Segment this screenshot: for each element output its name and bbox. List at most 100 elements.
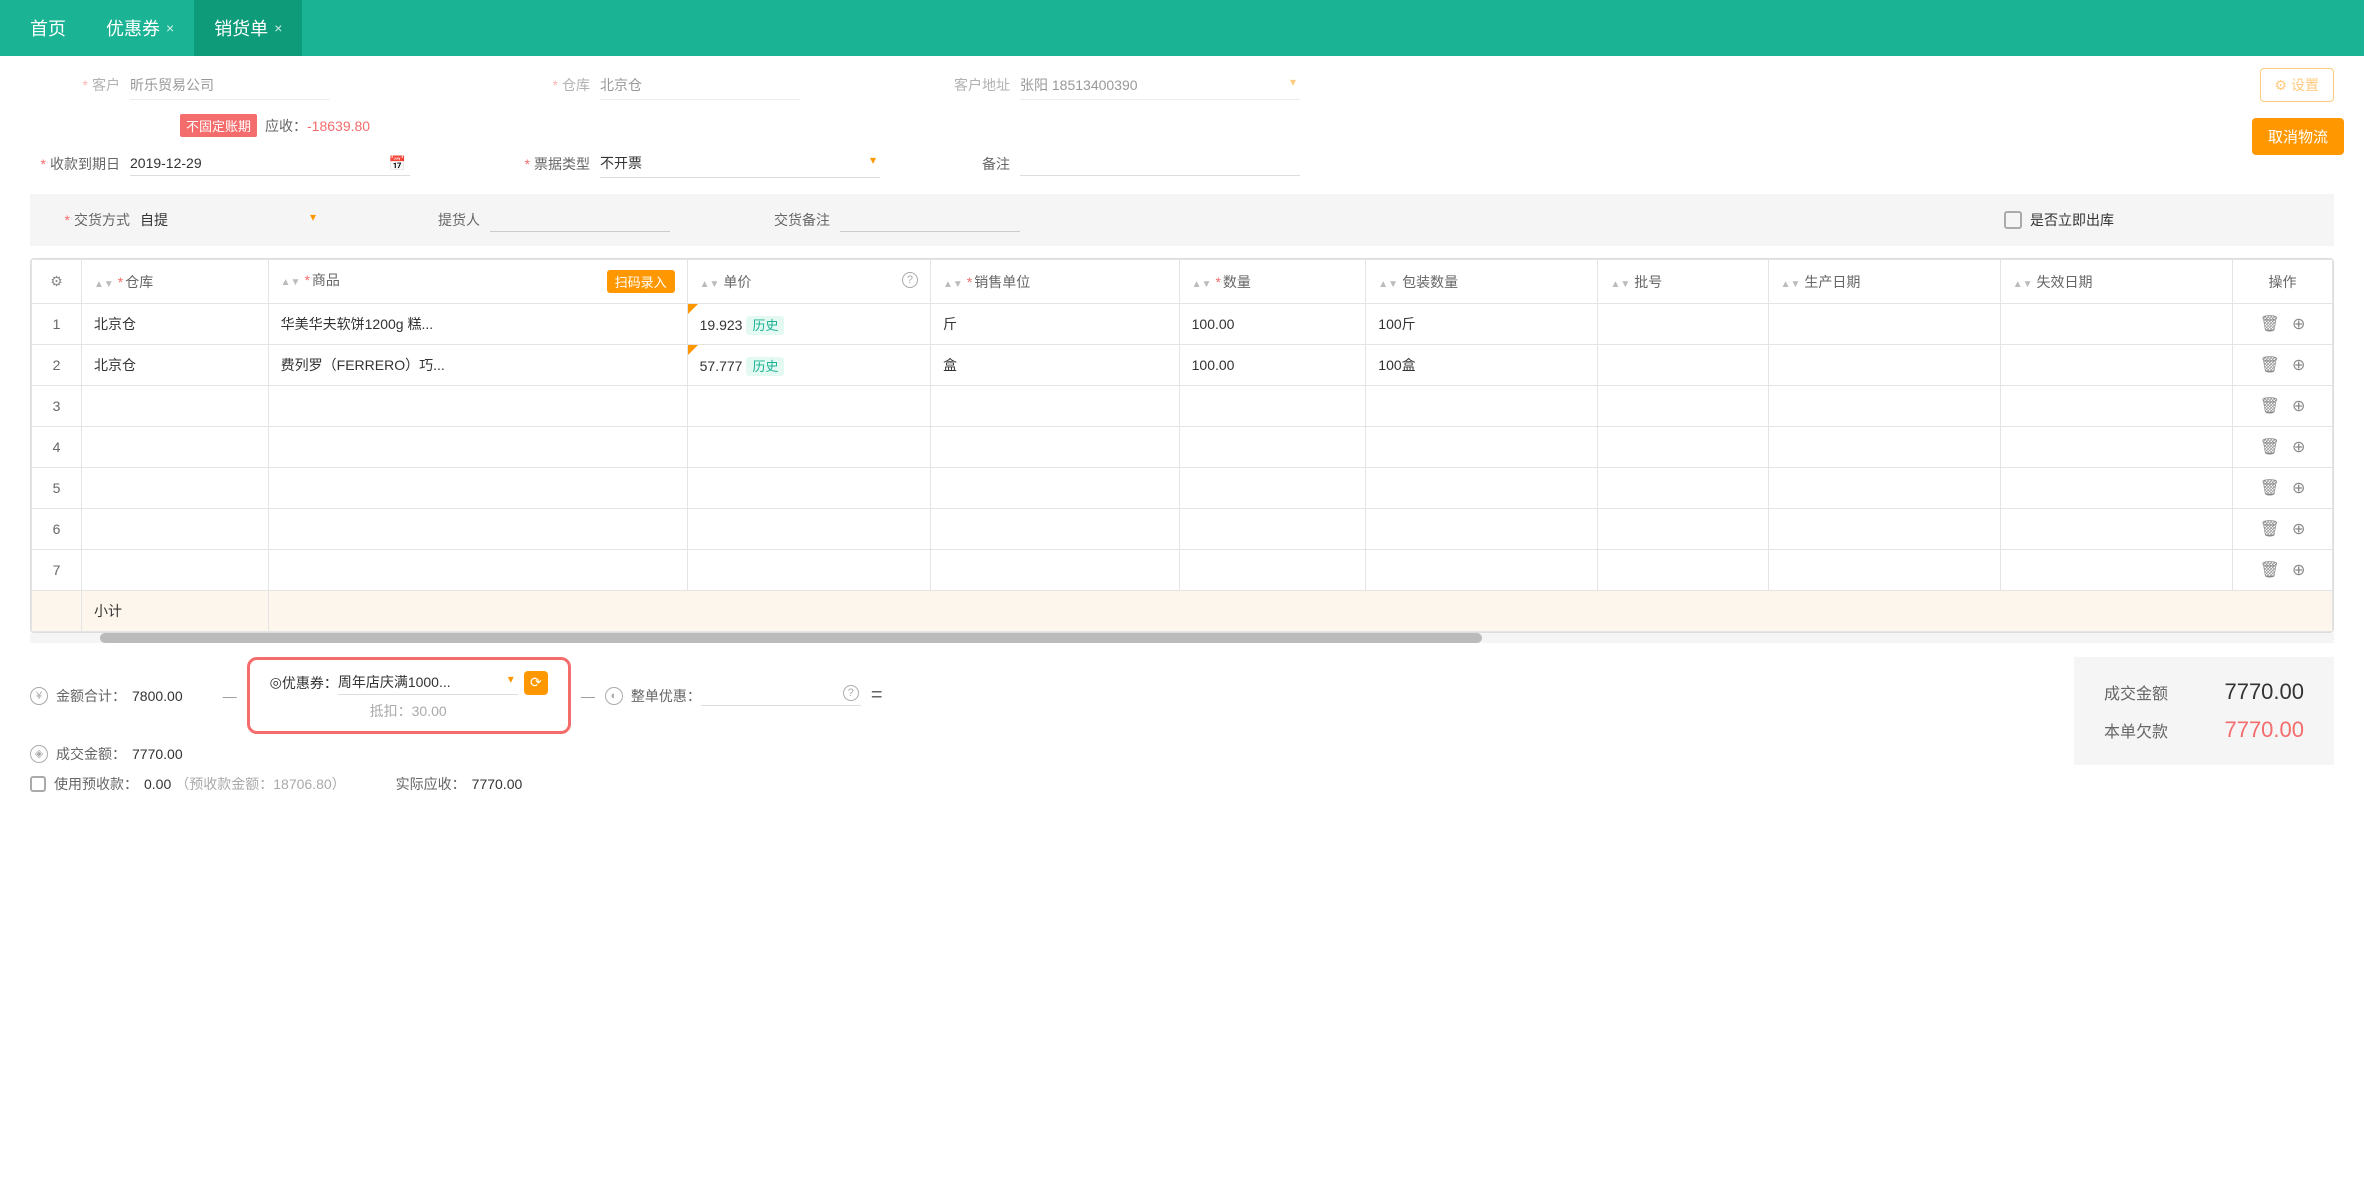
cell-exp-date[interactable] — [2000, 386, 2232, 427]
tab-sales-order[interactable]: 销货单× — [194, 0, 302, 56]
coupon-select[interactable]: 周年店庆满1000... ▾ — [338, 670, 518, 695]
warehouse-select[interactable]: 北京仓 — [600, 71, 800, 100]
add-row-icon[interactable]: ⊕ — [2292, 478, 2305, 498]
cell-batch[interactable] — [1598, 304, 1768, 345]
delete-icon[interactable]: 🗑 — [2260, 478, 2280, 498]
cell-unit[interactable]: 斤 — [930, 304, 1179, 345]
cell-warehouse[interactable] — [82, 468, 269, 509]
cell-exp-date[interactable] — [2000, 509, 2232, 550]
add-row-icon[interactable]: ⊕ — [2292, 560, 2305, 580]
delete-icon[interactable]: 🗑 — [2260, 519, 2280, 539]
cell-qty[interactable] — [1179, 427, 1366, 468]
cell-pack-qty[interactable] — [1366, 550, 1598, 591]
gear-icon[interactable]: ⚙ — [50, 273, 63, 289]
cell-batch[interactable] — [1598, 427, 1768, 468]
cell-qty[interactable] — [1179, 468, 1366, 509]
cell-pack-qty[interactable] — [1366, 468, 1598, 509]
cell-qty[interactable] — [1179, 509, 1366, 550]
customer-select[interactable]: 昕乐贸易公司 — [130, 71, 330, 100]
cell-product[interactable] — [268, 386, 687, 427]
history-badge[interactable]: 历史 — [746, 316, 784, 335]
cell-batch[interactable] — [1598, 345, 1768, 386]
cell-pack-qty[interactable]: 100斤 — [1366, 304, 1598, 345]
close-icon[interactable]: × — [166, 20, 174, 36]
col-product[interactable]: ▲▼*商品扫码录入 — [268, 260, 687, 304]
add-row-icon[interactable]: ⊕ — [2292, 519, 2305, 539]
tab-coupon[interactable]: 优惠券× — [86, 0, 194, 56]
scan-input-badge[interactable]: 扫码录入 — [607, 270, 675, 293]
cell-prod-date[interactable] — [1768, 468, 2000, 509]
cell-qty[interactable]: 100.00 — [1179, 304, 1366, 345]
delivery-method-select[interactable]: 自提▾ — [140, 206, 320, 234]
cell-warehouse[interactable] — [82, 550, 269, 591]
tab-home[interactable]: 首页 — [10, 0, 86, 56]
cell-warehouse[interactable]: 北京仓 — [82, 304, 269, 345]
col-batch[interactable]: ▲▼批号 — [1598, 260, 1768, 304]
cell-prod-date[interactable] — [1768, 550, 2000, 591]
cell-price[interactable]: 57.777历史 — [687, 345, 930, 386]
delete-icon[interactable]: 🗑 — [2260, 560, 2280, 580]
col-warehouse[interactable]: ▲▼*仓库 — [82, 260, 269, 304]
cell-pack-qty[interactable] — [1366, 509, 1598, 550]
cell-warehouse[interactable]: 北京仓 — [82, 345, 269, 386]
cell-warehouse[interactable] — [82, 509, 269, 550]
cell-qty[interactable] — [1179, 550, 1366, 591]
pickup-person-input[interactable] — [490, 208, 670, 232]
delete-icon[interactable]: 🗑 — [2260, 314, 2280, 334]
cell-exp-date[interactable] — [2000, 427, 2232, 468]
history-badge[interactable]: 历史 — [746, 357, 784, 376]
cell-unit[interactable] — [930, 427, 1179, 468]
refresh-coupon-button[interactable]: ⟳ — [524, 671, 548, 695]
delete-icon[interactable]: 🗑 — [2260, 396, 2280, 416]
cell-product[interactable] — [268, 468, 687, 509]
cell-exp-date[interactable] — [2000, 550, 2232, 591]
cell-unit[interactable] — [930, 468, 1179, 509]
cell-batch[interactable] — [1598, 509, 1768, 550]
cell-unit[interactable]: 盒 — [930, 345, 1179, 386]
cell-unit[interactable] — [930, 386, 1179, 427]
due-date-input[interactable]: 2019-12-29📅 — [130, 151, 410, 176]
col-prod-date[interactable]: ▲▼生产日期 — [1768, 260, 2000, 304]
cell-prod-date[interactable] — [1768, 345, 2000, 386]
cell-warehouse[interactable] — [82, 386, 269, 427]
cell-batch[interactable] — [1598, 468, 1768, 509]
delete-icon[interactable]: 🗑 — [2260, 437, 2280, 457]
cell-pack-qty[interactable] — [1366, 386, 1598, 427]
close-icon[interactable]: × — [274, 20, 282, 36]
cell-warehouse[interactable] — [82, 427, 269, 468]
instant-out-checkbox[interactable] — [2004, 211, 2022, 229]
delete-icon[interactable]: 🗑 — [2260, 355, 2280, 375]
col-pack-qty[interactable]: ▲▼包装数量 — [1366, 260, 1598, 304]
cell-exp-date[interactable] — [2000, 304, 2232, 345]
cancel-logistics-button[interactable]: 取消物流 — [2252, 118, 2344, 155]
add-row-icon[interactable]: ⊕ — [2292, 314, 2305, 334]
cell-unit[interactable] — [930, 509, 1179, 550]
cell-price[interactable]: 19.923历史 — [687, 304, 930, 345]
cell-product[interactable] — [268, 427, 687, 468]
horizontal-scrollbar[interactable] — [30, 633, 2334, 643]
delivery-remark-input[interactable] — [840, 208, 1020, 232]
cell-product[interactable]: 费列罗（FERRERO）巧... — [268, 345, 687, 386]
add-row-icon[interactable]: ⊕ — [2292, 355, 2305, 375]
cell-prod-date[interactable] — [1768, 427, 2000, 468]
use-prepay-checkbox[interactable] — [30, 776, 46, 792]
col-exp-date[interactable]: ▲▼失效日期 — [2000, 260, 2232, 304]
settings-button[interactable]: ⚙ 设置 — [2260, 68, 2334, 102]
cell-qty[interactable] — [1179, 386, 1366, 427]
col-qty[interactable]: ▲▼*数量 — [1179, 260, 1366, 304]
cell-exp-date[interactable] — [2000, 345, 2232, 386]
cell-product[interactable] — [268, 509, 687, 550]
cell-exp-date[interactable] — [2000, 468, 2232, 509]
cell-product[interactable]: 华美华夫软饼1200g 糕... — [268, 304, 687, 345]
col-price[interactable]: ▲▼单价? — [687, 260, 930, 304]
col-unit[interactable]: ▲▼*销售单位 — [930, 260, 1179, 304]
cell-pack-qty[interactable] — [1366, 427, 1598, 468]
cell-batch[interactable] — [1598, 386, 1768, 427]
add-row-icon[interactable]: ⊕ — [2292, 396, 2305, 416]
remark-input[interactable] — [1020, 151, 1300, 176]
cell-qty[interactable]: 100.00 — [1179, 345, 1366, 386]
cell-prod-date[interactable] — [1768, 386, 2000, 427]
help-icon[interactable]: ? — [902, 272, 918, 288]
cell-prod-date[interactable] — [1768, 304, 2000, 345]
order-discount-input[interactable]: ? — [701, 685, 861, 706]
